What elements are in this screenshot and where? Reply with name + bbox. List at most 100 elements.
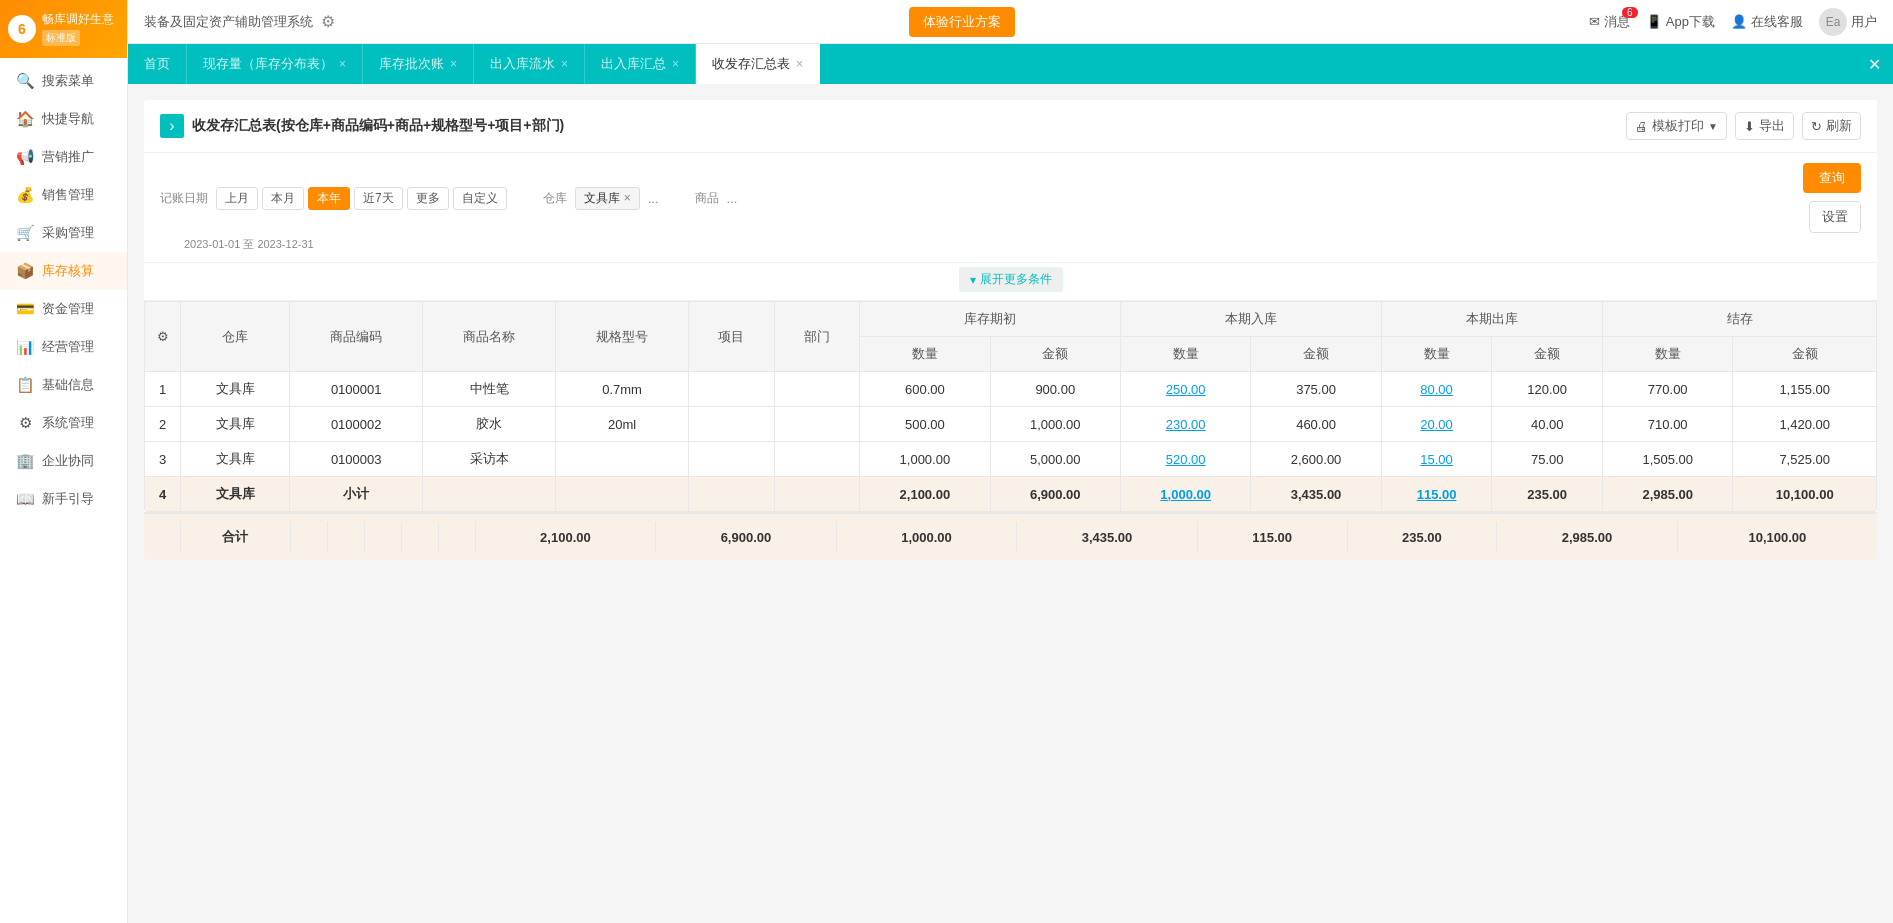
footer-total: 合计 2,100.00 6,900.00 1,000.00 3,435.00 1…	[144, 512, 1877, 560]
tabbar-close-btn[interactable]: ✕	[1856, 55, 1893, 74]
user-label: 用户	[1851, 13, 1877, 31]
tab-inventory-dist-label: 现存量（库存分布表）	[203, 55, 333, 73]
sidebar-item-search[interactable]: 🔍 搜索菜单	[0, 62, 127, 100]
print-btn[interactable]: 🖨 模板打印 ▼	[1626, 112, 1727, 140]
filter-line1: 记账日期 上月 本月 本年 近7天 更多 自定义 仓库	[144, 153, 1877, 237]
online-service-btn[interactable]: 👤 在线客服	[1731, 13, 1803, 31]
close-icon[interactable]: ×	[796, 57, 803, 71]
col-open-qty: 数量	[860, 337, 990, 372]
warehouse-tag-close[interactable]: ×	[624, 191, 631, 205]
close-icon[interactable]: ×	[672, 57, 679, 71]
subtotal-out-qty[interactable]: 115.00	[1381, 477, 1492, 512]
col-group-opening: 库存期初	[860, 302, 1121, 337]
goods-dots[interactable]: ...	[727, 191, 738, 206]
row3-in-amt: 2,600.00	[1251, 442, 1381, 477]
close-icon[interactable]: ×	[561, 57, 568, 71]
user-menu[interactable]: Ea 用户	[1819, 8, 1877, 36]
sidebar-header[interactable]: 6 畅库调好生意 标准版	[0, 0, 127, 58]
row1-in-qty[interactable]: 250.00	[1120, 372, 1250, 407]
col-in-qty: 数量	[1120, 337, 1250, 372]
tab-home-label: 首页	[144, 55, 170, 73]
refresh-btn[interactable]: ↻ 刷新	[1802, 112, 1861, 140]
tab-batch-account[interactable]: 库存批次账 ×	[363, 44, 474, 84]
chevron-down-icon: ▼	[1708, 121, 1718, 132]
sidebar-item-marketing[interactable]: 📢 营销推广	[0, 138, 127, 176]
row2-in-amt: 460.00	[1251, 407, 1381, 442]
tab-inout-summary[interactable]: 出入库汇总 ×	[585, 44, 696, 84]
total-out-qty: 115.00	[1197, 522, 1347, 552]
query-btn[interactable]: 查询	[1803, 163, 1861, 193]
avatar: Ea	[1819, 8, 1847, 36]
expand-more-btn[interactable]: ▾ 展开更多条件	[959, 267, 1063, 292]
total-bal-amt: 10,100.00	[1677, 522, 1877, 552]
tab-home[interactable]: 首页	[128, 44, 187, 84]
date-btn-custom[interactable]: 自定义	[453, 187, 507, 210]
export-btn[interactable]: ⬇ 导出	[1735, 112, 1794, 140]
row3-out-qty[interactable]: 15.00	[1381, 442, 1492, 477]
subtotal-in-qty[interactable]: 1,000.00	[1120, 477, 1250, 512]
total-out-amt: 235.00	[1347, 522, 1497, 552]
date-btn-7days[interactable]: 近7天	[354, 187, 403, 210]
row2-out-qty[interactable]: 20.00	[1381, 407, 1492, 442]
message-btn[interactable]: ✉ 消息 6	[1589, 13, 1630, 31]
sidebar-item-system[interactable]: ⚙ 系统管理	[0, 404, 127, 442]
app-download-btn[interactable]: 📱 App下载	[1646, 13, 1715, 31]
row3-out-amt: 75.00	[1492, 442, 1603, 477]
sidebar-item-operation[interactable]: 📊 经营管理	[0, 328, 127, 366]
warehouse-dots[interactable]: ...	[648, 191, 659, 206]
row2-open-amt: 1,000.00	[990, 407, 1120, 442]
col-out-amt: 金额	[1492, 337, 1603, 372]
row3-in-qty[interactable]: 520.00	[1120, 442, 1250, 477]
message-icon: ✉	[1589, 14, 1600, 29]
refresh-icon: ↻	[1811, 119, 1822, 134]
megaphone-icon: 📢	[16, 148, 34, 166]
col-project: 项目	[689, 302, 775, 372]
tab-inventory-dist[interactable]: 现存量（库存分布表） ×	[187, 44, 363, 84]
expand-arrow-btn[interactable]: ›	[160, 114, 184, 138]
row2-in-qty[interactable]: 230.00	[1120, 407, 1250, 442]
topbar-left: 装备及固定资产辅助管理系统 ⚙	[144, 12, 335, 31]
settings-col-header[interactable]: ⚙	[145, 302, 181, 372]
sidebar-item-purchase[interactable]: 🛒 采购管理	[0, 214, 127, 252]
tab-receive-summary[interactable]: 收发存汇总表 ×	[696, 44, 820, 84]
row3-bal-qty: 1,505.00	[1603, 442, 1733, 477]
col-in-amt: 金额	[1251, 337, 1381, 372]
filter-line2: 2023-01-01 至 2023-12-31	[144, 237, 1877, 262]
close-icon[interactable]: ×	[339, 57, 346, 71]
sidebar-item-label: 搜索菜单	[42, 72, 94, 90]
date-btn-this-month[interactable]: 本月	[262, 187, 304, 210]
date-btn-more[interactable]: 更多	[407, 187, 449, 210]
experience-btn[interactable]: 体验行业方案	[909, 7, 1015, 37]
sidebar-item-quick-nav[interactable]: 🏠 快捷导航	[0, 100, 127, 138]
sidebar-item-finance[interactable]: 💳 资金管理	[0, 290, 127, 328]
row2-bal-qty: 710.00	[1603, 407, 1733, 442]
col-dept: 部门	[774, 302, 860, 372]
date-btn-last-month[interactable]: 上月	[216, 187, 258, 210]
row1-out-qty[interactable]: 80.00	[1381, 372, 1492, 407]
search-icon: 🔍	[16, 72, 34, 90]
warehouse-tag-text: 文具库	[584, 190, 620, 207]
tab-inout-flow[interactable]: 出入库流水 ×	[474, 44, 585, 84]
subtotal-open-amt: 6,900.00	[990, 477, 1120, 512]
sidebar-item-inventory[interactable]: 📦 库存核算	[0, 252, 127, 290]
subtotal-out-amt: 235.00	[1492, 477, 1603, 512]
sidebar-item-guide[interactable]: 📖 新手引导	[0, 480, 127, 518]
sidebar-item-basic-info[interactable]: 📋 基础信息	[0, 366, 127, 404]
sidebar-item-label: 快捷导航	[42, 110, 94, 128]
row3-no: 3	[145, 442, 181, 477]
sidebar-item-sales[interactable]: 💰 销售管理	[0, 176, 127, 214]
subtotal-empty2	[556, 477, 689, 512]
sidebar-item-enterprise[interactable]: 🏢 企业协同	[0, 442, 127, 480]
row3-project	[689, 442, 775, 477]
home-icon: 🏠	[16, 110, 34, 128]
close-icon[interactable]: ×	[450, 57, 457, 71]
settings-btn[interactable]: 设置	[1809, 201, 1861, 233]
date-btn-this-year[interactable]: 本年	[308, 187, 350, 210]
subtotal-empty4	[774, 477, 860, 512]
row3-code: 0100003	[290, 442, 423, 477]
sidebar-item-label: 系统管理	[42, 414, 94, 432]
export-label: 导出	[1759, 117, 1785, 135]
settings-icon[interactable]: ⚙	[321, 12, 335, 31]
row2-dept	[774, 407, 860, 442]
subtotal-bal-qty: 2,985.00	[1603, 477, 1733, 512]
